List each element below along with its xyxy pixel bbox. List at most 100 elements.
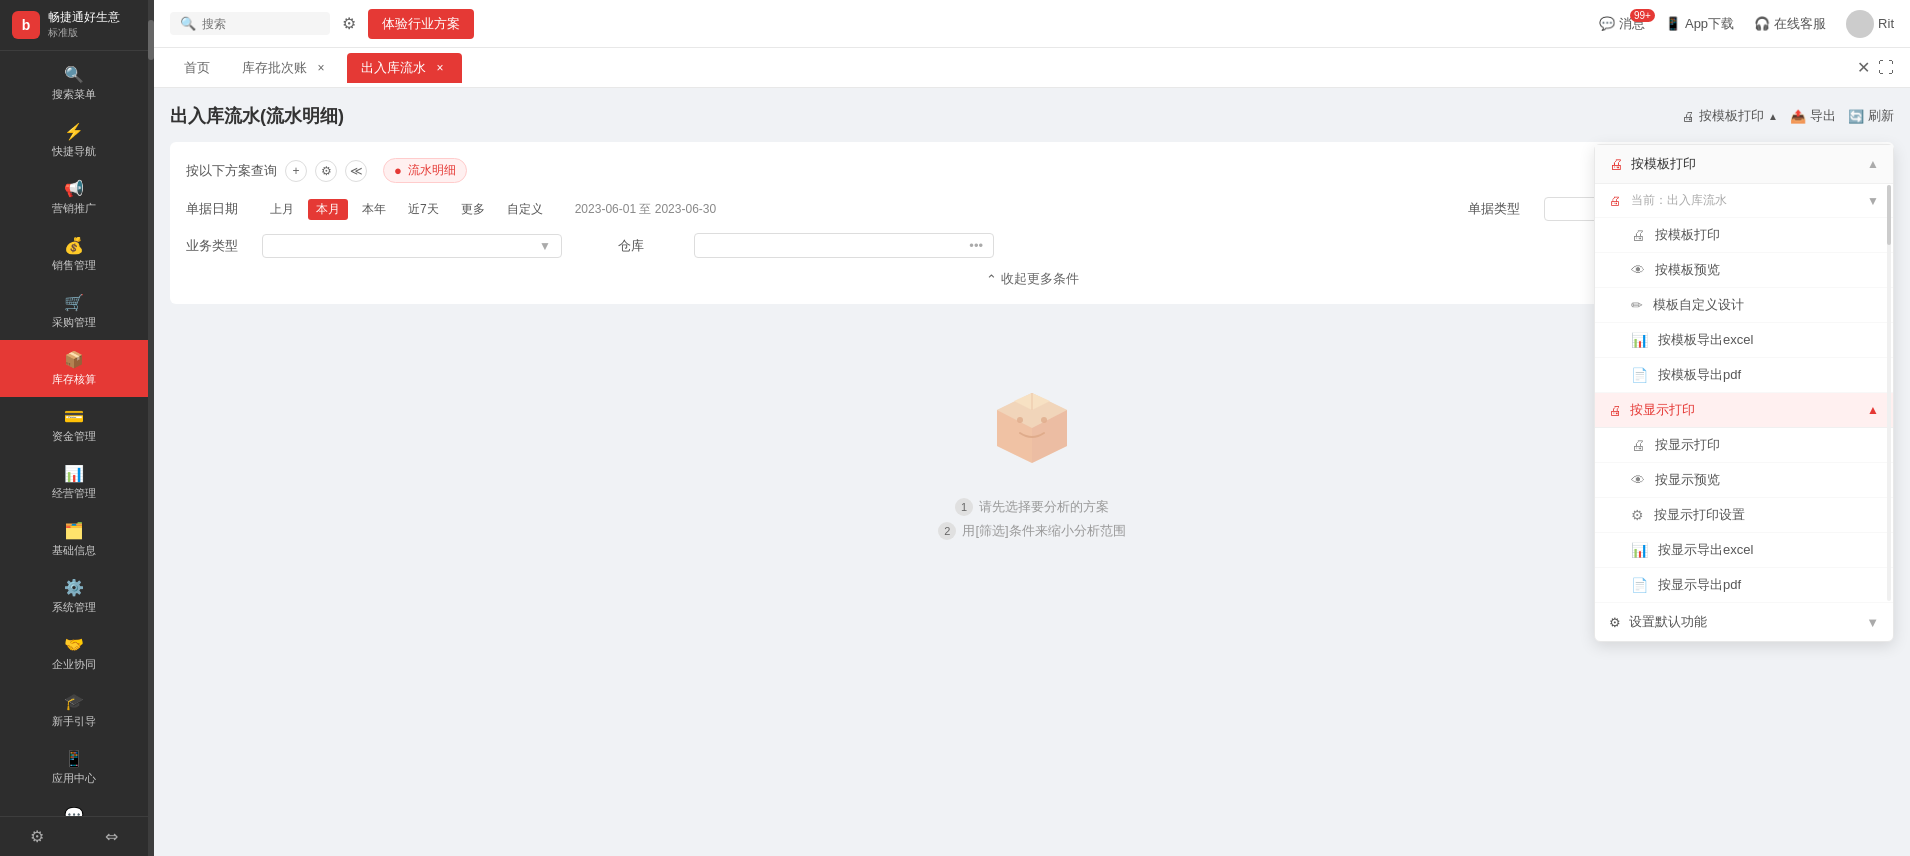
system-icon: ⚙️ [64,578,84,597]
dropdown-display-export-pdf[interactable]: 📄 按显示导出pdf [1595,568,1893,603]
refresh-btn[interactable]: 🔄 刷新 [1848,107,1894,125]
date-field-label: 单据日期 [186,200,246,218]
warehouse-more-icon: ••• [969,238,983,253]
logo-icon: b [12,11,40,39]
enterprise-icon: 🤝 [64,635,84,654]
gear-icon[interactable]: ⚙ [342,14,356,33]
date-shortcut-last-month[interactable]: 上月 [262,199,302,220]
sidebar-item-search[interactable]: 🔍 搜索菜单 [0,55,148,112]
app-subtitle: 标准版 [48,26,120,40]
date-shortcut-current-year[interactable]: 本年 [354,199,394,220]
close-flow-icon[interactable]: × [432,60,448,76]
online-service-label: 在线客服 [1774,15,1826,33]
sidebar-item-basic[interactable]: 🗂️ 基础信息 [0,511,148,568]
topbar-search-box[interactable]: 🔍 [170,12,330,35]
sidebar-item-finance[interactable]: 💳 资金管理 [0,397,148,454]
dropdown-display-preview[interactable]: 👁 按显示预览 [1595,463,1893,498]
sidebar-item-apps[interactable]: 📱 应用中心 [0,739,148,796]
dropdown-header-arrow-icon: ▲ [1867,157,1879,171]
industry-btn[interactable]: 体验行业方案 [368,9,474,39]
collapse-filter-btn[interactable]: ≪ [345,160,367,182]
settings-bottom-icon[interactable]: ⚙ [30,827,44,846]
operation-icon: 📊 [64,464,84,483]
sidebar-item-marketing[interactable]: 📢 营销推广 [0,169,148,226]
dropdown-header-left: 🖨 按模板打印 [1609,155,1696,173]
warehouse-label: 仓库 [618,237,678,255]
active-filter-tag[interactable]: ● 流水明细 [383,158,467,183]
warehouse-select[interactable]: ••• [694,233,994,258]
display-export-pdf-label: 按显示导出pdf [1658,576,1879,594]
apps-icon: 📱 [64,749,84,768]
sidebar-item-inventory[interactable]: 📦 库存核算 [0,340,148,397]
tab-home[interactable]: 首页 [170,53,224,83]
user-info[interactable]: Rit [1846,10,1894,38]
dropdown-current-arrow-icon: ▼ [1867,194,1879,208]
template-preview-icon: 👁 [1631,262,1645,278]
display-print-header-left: 🖨 按显示打印 [1609,401,1695,419]
export-btn[interactable]: 📤 导出 [1790,107,1836,125]
tab-batch-account-label: 库存批次账 [242,59,307,77]
filter-header-text: 按以下方案查询 [186,162,277,180]
dropdown-template-print[interactable]: 🖨 按模板打印 [1595,218,1893,253]
collapse-sidebar-icon[interactable]: ⇔ [105,827,118,846]
app-download-btn[interactable]: 📱 App下载 [1665,15,1734,33]
tag-icon: ● [394,163,402,178]
tabbar-right-icons: ✕ ⛶ [1857,58,1894,77]
dropdown-display-export-excel[interactable]: 📊 按显示导出excel [1595,533,1893,568]
date-shortcut-current-month[interactable]: 本月 [308,199,348,220]
purchase-icon: 🛒 [64,293,84,312]
dropdown-display-print[interactable]: 🖨 按显示打印 [1595,428,1893,463]
username: Rit [1878,16,1894,31]
add-filter-btn[interactable]: + [285,160,307,182]
finance-icon: 💳 [64,407,84,426]
dropdown-display-print-setting[interactable]: ⚙ 按显示打印设置 [1595,498,1893,533]
guide-icon: 🎓 [64,692,84,711]
dropdown-template-export-excel[interactable]: 📊 按模板导出excel [1595,323,1893,358]
print-dropdown-panel: 🖨 按模板打印 ▲ 🖨 当前：出入库流水 ▼ 🖨 按模板打印 👁 按模板预览 [1594,144,1894,642]
tab-flow[interactable]: 出入库流水 × [347,53,462,83]
sidebar-item-purchase[interactable]: 🛒 采购管理 [0,283,148,340]
dropdown-template-custom[interactable]: ✏ 模板自定义设计 [1595,288,1893,323]
display-print-section-header[interactable]: 🖨 按显示打印 ▲ [1595,393,1893,428]
svg-point-6 [1017,417,1023,423]
business-type-select[interactable]: ▼ [262,234,562,258]
marketing-icon: 📢 [64,179,84,198]
sidebar-item-label-apps: 应用中心 [52,771,96,786]
template-preview-label: 按模板预览 [1655,261,1879,279]
sidebar-bottom: ⚙ ⇔ [0,816,148,856]
settings-filter-btn[interactable]: ⚙ [315,160,337,182]
display-pdf-icon: 📄 [1631,577,1648,593]
display-print-setting-label: 按显示打印设置 [1654,506,1879,524]
display-excel-icon: 📊 [1631,542,1648,558]
online-service-btn[interactable]: 🎧 在线客服 [1754,15,1826,33]
tab-batch-account[interactable]: 库存批次账 × [228,53,343,83]
sidebar-item-wechat[interactable]: 💬 企业微信 [0,796,148,816]
dropdown-footer[interactable]: ⚙ 设置默认功能 ▼ [1595,603,1893,641]
sidebar-item-label-marketing: 营销推广 [52,201,96,216]
close-batch-account-icon[interactable]: × [313,60,329,76]
date-shortcut-custom[interactable]: 自定义 [499,199,551,220]
date-shortcut-more[interactable]: 更多 [453,199,493,220]
print-template-btn[interactable]: 🖨 按模板打印 ▲ [1682,107,1778,125]
dropdown-current-item[interactable]: 🖨 当前：出入库流水 ▼ [1595,184,1893,218]
empty-hint-1: 1 请先选择要分析的方案 [955,498,1109,516]
footer-label: 设置默认功能 [1629,613,1866,631]
dropdown-template-export-pdf[interactable]: 📄 按模板导出pdf [1595,358,1893,393]
display-print-header-label: 按显示打印 [1630,401,1695,419]
dropdown-template-preview[interactable]: 👁 按模板预览 [1595,253,1893,288]
dropdown-scrollbar-thumb [1887,185,1891,245]
message-btn[interactable]: 💬 消息 99+ [1599,15,1645,33]
search-input[interactable] [202,17,312,31]
sidebar-item-system[interactable]: ⚙️ 系统管理 [0,568,148,625]
close-window-icon[interactable]: ✕ [1857,58,1870,77]
sidebar-item-quick-nav[interactable]: ⚡ 快捷导航 [0,112,148,169]
date-shortcut-last-7[interactable]: 近7天 [400,199,447,220]
maximize-window-icon[interactable]: ⛶ [1878,59,1894,77]
dropdown-header[interactable]: 🖨 按模板打印 ▲ [1595,145,1893,184]
sidebar-item-operation[interactable]: 📊 经营管理 [0,454,148,511]
sidebar-item-enterprise[interactable]: 🤝 企业协同 [0,625,148,682]
print-template-label: 按模板打印 [1699,107,1764,125]
sidebar-item-sales[interactable]: 💰 销售管理 [0,226,148,283]
footer-arrow-icon: ▼ [1866,615,1879,630]
sidebar-item-guide[interactable]: 🎓 新手引导 [0,682,148,739]
